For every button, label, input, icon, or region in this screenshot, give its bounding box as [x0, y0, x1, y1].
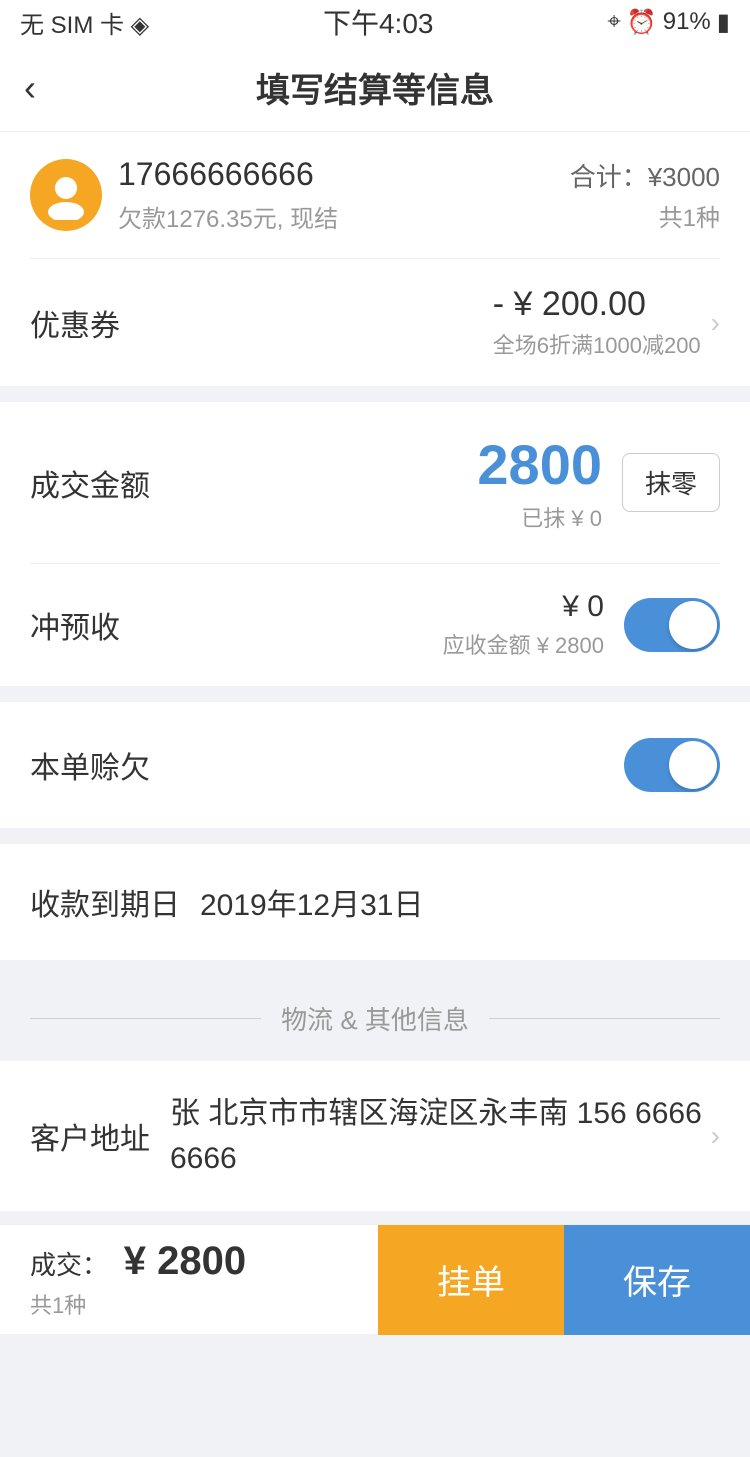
divider-line-right — [489, 1018, 720, 1019]
no-sim-text: 无 SIM 卡 ◈ — [20, 5, 149, 40]
bottom-padding — [0, 1347, 750, 1457]
battery-icon: ▮ — [717, 8, 730, 37]
bottom-count: 共1种 — [30, 1288, 348, 1320]
bottom-bar: 成交： ¥ 2800 共1种 挂单 保存 — [0, 1224, 750, 1334]
status-bar: 无 SIM 卡 ◈ 下午4:03 ⌖ ⏰ 91% ▮ — [0, 0, 750, 44]
prepaid-label: 冲预收 — [30, 603, 120, 647]
customer-total: 合计：¥3000 共1种 — [570, 157, 720, 233]
coupon-label: 优惠券 — [30, 301, 120, 345]
logistics-label: 物流 & 其他信息 — [281, 1000, 469, 1037]
amount-sub: 已抹 ¥ 0 — [477, 501, 602, 533]
customer-phone: 17666666666 — [118, 156, 338, 193]
coupon-desc: 全场6折满1000减200 — [493, 328, 701, 360]
bottom-deal-row: 成交： ¥ 2800 — [30, 1239, 348, 1284]
battery-text: 91% — [663, 8, 711, 36]
toggle-knob — [669, 601, 717, 649]
amount-section: 成交金额 2800 已抹 ¥ 0 抹零 冲预收 ¥ 0 应收金额 ¥ 2800 — [0, 402, 750, 686]
avatar-icon — [41, 170, 91, 220]
debt-label: 本单赊欠 — [30, 743, 150, 787]
amount-row: 成交金额 2800 已抹 ¥ 0 抹零 — [30, 402, 720, 563]
deal-label: 成交： — [30, 1250, 108, 1280]
avatar — [30, 159, 102, 231]
address-row[interactable]: 客户地址 张 北京市市辖区海淀区永丰南 156 6666 6666 › — [30, 1061, 720, 1211]
address-chevron: › — [711, 1120, 720, 1152]
amount-right: 2800 已抹 ¥ 0 抹零 — [477, 432, 720, 533]
coupon-right: - ¥ 200.00 全场6折满1000减200 › — [493, 285, 720, 360]
nav-bar: ‹ 填写结算等信息 — [0, 44, 750, 132]
coupon-values: - ¥ 200.00 全场6折满1000减200 — [493, 285, 701, 360]
amount-value: 2800 — [477, 432, 602, 497]
page-title: 填写结算等信息 — [256, 63, 494, 112]
total-count: 共1种 — [570, 198, 720, 233]
hang-button[interactable]: 挂单 — [378, 1225, 564, 1335]
round-button[interactable]: 抹零 — [622, 453, 720, 512]
alarm-icon: ⏰ — [627, 8, 657, 37]
location-icon: ⌖ — [607, 8, 621, 36]
back-button[interactable]: ‹ — [24, 67, 36, 109]
status-time: 下午4:03 — [323, 2, 434, 42]
debt-toggle[interactable] — [624, 738, 720, 792]
address-section: 客户地址 张 北京市市辖区海淀区永丰南 156 6666 6666 › — [0, 1061, 750, 1211]
coupon-discount: - ¥ 200.00 — [493, 285, 701, 324]
logistics-divider: 物流 & 其他信息 — [0, 976, 750, 1061]
due-section: 收款到期日 2019年12月31日 — [0, 844, 750, 960]
status-right: ⌖ ⏰ 91% ▮ — [607, 8, 730, 37]
prepaid-amount: ¥ 0 — [443, 590, 604, 624]
coupon-row[interactable]: 优惠券 - ¥ 200.00 全场6折满1000减200 › — [30, 258, 720, 386]
bottom-summary: 成交： ¥ 2800 共1种 — [0, 1239, 378, 1320]
prepaid-right: ¥ 0 应收金额 ¥ 2800 — [443, 590, 720, 660]
debt-toggle-knob — [669, 741, 717, 789]
customer-left: 17666666666 欠款1276.35元, 现结 — [30, 156, 338, 234]
amount-value-block: 2800 已抹 ¥ 0 — [477, 432, 602, 533]
due-row: 收款到期日 2019年12月31日 — [30, 844, 720, 960]
customer-sub: 欠款1276.35元, 现结 — [118, 199, 338, 234]
debt-row: 本单赊欠 — [30, 702, 720, 828]
debt-section: 本单赊欠 — [0, 702, 750, 828]
address-label: 客户地址 — [30, 1114, 150, 1158]
deal-amount: ¥ 2800 — [124, 1239, 246, 1283]
due-label: 收款到期日 — [30, 880, 180, 924]
prepaid-values: ¥ 0 应收金额 ¥ 2800 — [443, 590, 604, 660]
customer-info: 17666666666 欠款1276.35元, 现结 — [118, 156, 338, 234]
total-label: 合计：¥3000 — [570, 157, 720, 194]
prepaid-toggle[interactable] — [624, 598, 720, 652]
customer-section: 17666666666 欠款1276.35元, 现结 合计：¥3000 共1种 … — [0, 132, 750, 386]
status-left: 无 SIM 卡 ◈ — [20, 5, 149, 40]
divider-line-left — [30, 1018, 261, 1019]
prepaid-row: 冲预收 ¥ 0 应收金额 ¥ 2800 — [30, 563, 720, 686]
customer-row: 17666666666 欠款1276.35元, 现结 合计：¥3000 共1种 — [30, 132, 720, 258]
address-value: 张 北京市市辖区海淀区永丰南 156 6666 6666 — [170, 1091, 711, 1181]
amount-label: 成交金额 — [30, 461, 150, 505]
due-value: 2019年12月31日 — [200, 880, 423, 924]
prepaid-sub: 应收金额 ¥ 2800 — [443, 628, 604, 660]
coupon-chevron: › — [711, 307, 720, 339]
save-button[interactable]: 保存 — [564, 1225, 750, 1335]
